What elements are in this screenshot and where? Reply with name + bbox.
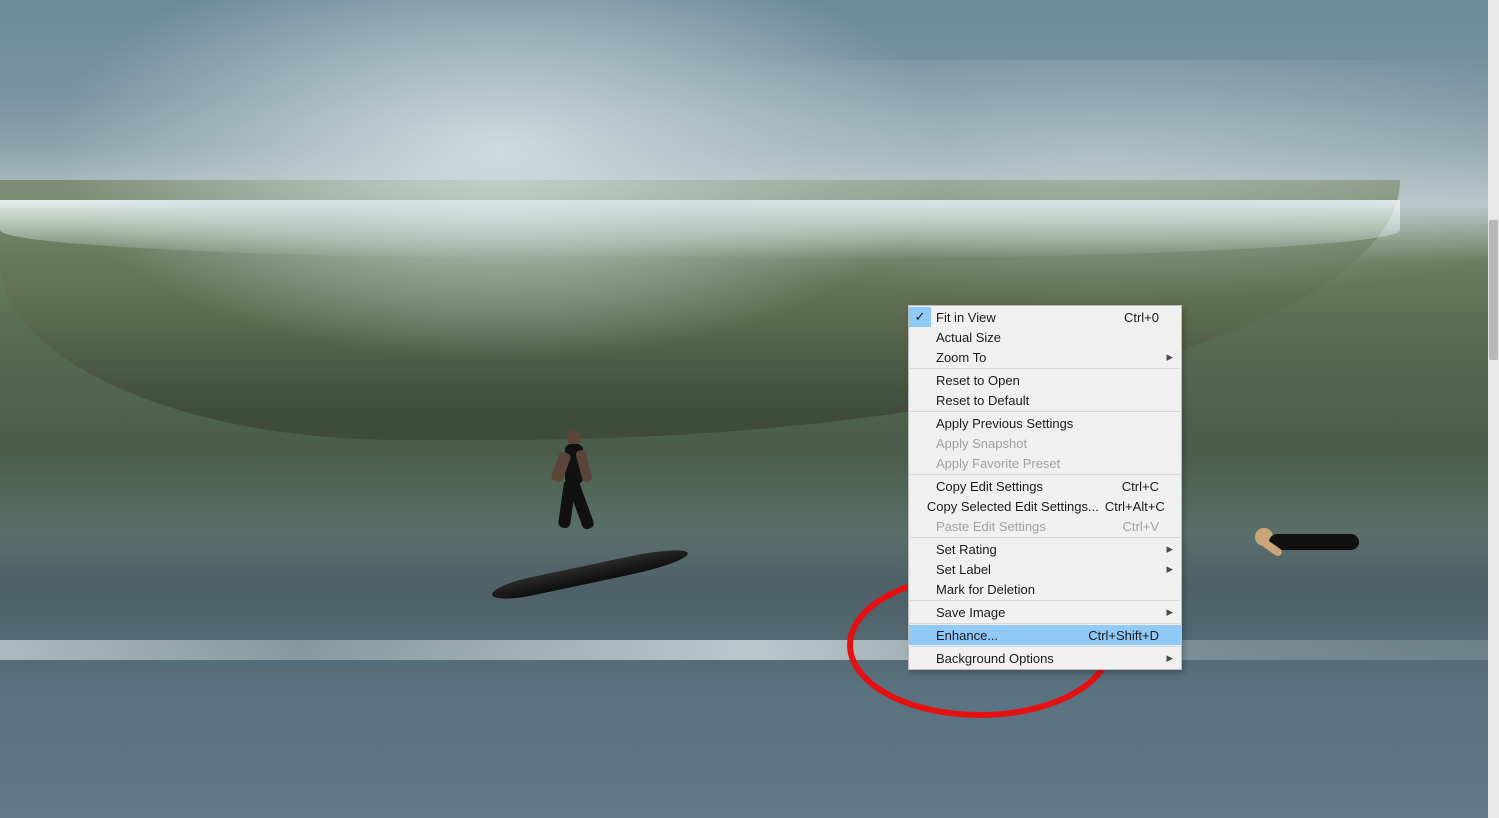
menu-item-shortcut: Ctrl+0 [1118, 310, 1159, 325]
wave-crest [0, 200, 1400, 260]
submenu-arrow-icon: ▸ [1159, 650, 1173, 666]
submenu-arrow-icon: ▸ [1159, 349, 1173, 365]
menu-separator [910, 623, 1180, 624]
menu-item-reset-to-open[interactable]: Reset to Open [909, 370, 1181, 390]
menu-item-apply-previous-settings[interactable]: Apply Previous Settings [909, 413, 1181, 433]
menu-item-label: Mark for Deletion [931, 582, 1159, 597]
menu-item-shortcut: Ctrl+Alt+C [1099, 499, 1165, 514]
menu-item-label: Apply Snapshot [931, 436, 1159, 451]
menu-item-actual-size[interactable]: Actual Size [909, 327, 1181, 347]
menu-item-label: Paste Edit Settings [931, 519, 1117, 534]
menu-item-label: Fit in View [931, 310, 1118, 325]
paddling-surfer [1255, 528, 1365, 564]
submenu-arrow-icon: ▸ [1159, 541, 1173, 557]
menu-item-set-rating[interactable]: Set Rating▸ [909, 539, 1181, 559]
menu-separator [910, 411, 1180, 412]
menu-item-label: Enhance... [931, 628, 1082, 643]
menu-item-label: Save Image [931, 605, 1159, 620]
menu-item-label: Copy Selected Edit Settings... [922, 499, 1099, 514]
menu-item-apply-snapshot: Apply Snapshot [909, 433, 1181, 453]
menu-item-shortcut: Ctrl+Shift+D [1082, 628, 1159, 643]
menu-item-label: Background Options [931, 651, 1159, 666]
menu-item-mark-for-deletion[interactable]: Mark for Deletion [909, 579, 1181, 599]
scrollbar-thumb[interactable] [1489, 220, 1498, 360]
menu-item-label: Zoom To [931, 350, 1159, 365]
check-icon: ✓ [909, 307, 931, 327]
menu-separator [910, 537, 1180, 538]
submenu-arrow-icon: ▸ [1159, 561, 1173, 577]
menu-separator [910, 368, 1180, 369]
menu-item-label: Apply Previous Settings [931, 416, 1159, 431]
menu-item-background-options[interactable]: Background Options▸ [909, 648, 1181, 668]
menu-item-save-image[interactable]: Save Image▸ [909, 602, 1181, 622]
submenu-arrow-icon: ▸ [1159, 604, 1173, 620]
menu-item-label: Copy Edit Settings [931, 479, 1116, 494]
menu-item-label: Apply Favorite Preset [931, 456, 1159, 471]
menu-item-copy-selected-edit-settings[interactable]: Copy Selected Edit Settings...Ctrl+Alt+C [909, 496, 1181, 516]
background-image [0, 0, 1499, 818]
menu-separator [910, 474, 1180, 475]
context-menu[interactable]: ✓Fit in ViewCtrl+0Actual SizeZoom To▸Res… [908, 305, 1182, 670]
menu-item-zoom-to[interactable]: Zoom To▸ [909, 347, 1181, 367]
vertical-scrollbar[interactable] [1488, 0, 1499, 818]
foam-line [0, 640, 1499, 660]
menu-item-paste-edit-settings: Paste Edit SettingsCtrl+V [909, 516, 1181, 536]
menu-item-label: Reset to Open [931, 373, 1159, 388]
menu-item-reset-to-default[interactable]: Reset to Default [909, 390, 1181, 410]
menu-separator [910, 600, 1180, 601]
menu-item-apply-favorite-preset: Apply Favorite Preset [909, 453, 1181, 473]
menu-item-fit-in-view[interactable]: ✓Fit in ViewCtrl+0 [909, 307, 1181, 327]
menu-item-set-label[interactable]: Set Label▸ [909, 559, 1181, 579]
menu-item-label: Set Rating [931, 542, 1159, 557]
menu-item-label: Set Label [931, 562, 1159, 577]
menu-item-enhance[interactable]: Enhance...Ctrl+Shift+D [909, 625, 1181, 645]
menu-item-shortcut: Ctrl+V [1117, 519, 1159, 534]
menu-item-label: Actual Size [931, 330, 1159, 345]
menu-item-label: Reset to Default [931, 393, 1159, 408]
menu-item-shortcut: Ctrl+C [1116, 479, 1159, 494]
surfer [555, 430, 591, 560]
menu-item-copy-edit-settings[interactable]: Copy Edit SettingsCtrl+C [909, 476, 1181, 496]
menu-separator [910, 646, 1180, 647]
